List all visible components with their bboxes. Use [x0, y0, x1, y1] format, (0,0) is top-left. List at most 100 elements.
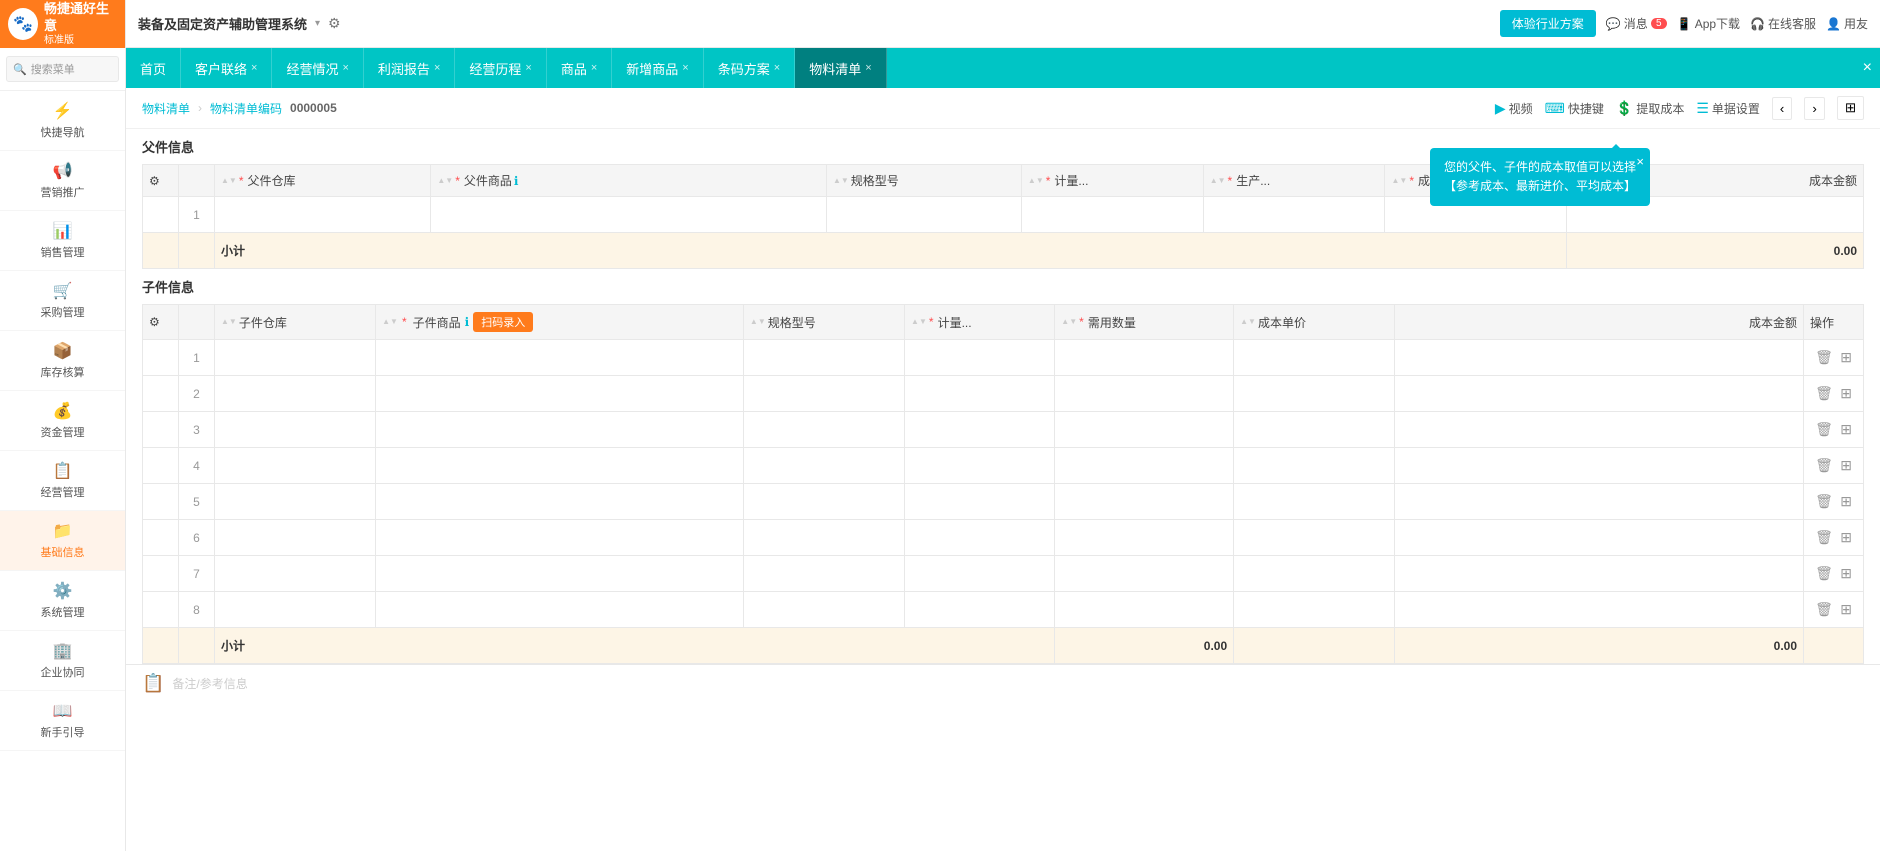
delete-row-button[interactable]: 🗑 [1813, 419, 1835, 440]
child-row-spec[interactable] [743, 592, 904, 628]
delete-row-button[interactable]: 🗑 [1813, 347, 1835, 368]
scan-button[interactable]: 扫码录入 [473, 312, 533, 332]
video-button[interactable]: ▶ 视频 [1495, 100, 1533, 117]
tab-product-close[interactable]: × [591, 62, 597, 74]
tab-customer[interactable]: 客户联络 × [181, 48, 272, 88]
child-spec-sort-icon[interactable]: ▲▼ [750, 318, 766, 326]
parent-row-product[interactable] [431, 197, 827, 233]
child-row-warehouse[interactable] [215, 340, 376, 376]
tab-home[interactable]: 首页 [126, 48, 181, 88]
child-row-unit[interactable] [905, 556, 1055, 592]
copy-row-button[interactable]: ⊞ [1838, 455, 1854, 476]
child-row-quantity[interactable] [1055, 376, 1234, 412]
child-row-spec[interactable] [743, 376, 904, 412]
user-button[interactable]: 👤 用友 [1826, 15, 1868, 32]
copy-row-button[interactable]: ⊞ [1838, 491, 1854, 512]
sidebar-item-purchase[interactable]: 🛒 采购管理 [0, 271, 125, 331]
tooltip-close-button[interactable]: × [1636, 152, 1644, 173]
child-row-unit[interactable] [905, 484, 1055, 520]
cost-sort-icon[interactable]: ▲▼ [1391, 177, 1407, 185]
parent-row-spec[interactable] [826, 197, 1021, 233]
delete-row-button[interactable]: 🗑 [1813, 455, 1835, 476]
child-row-product[interactable] [376, 556, 744, 592]
parent-row-unit[interactable] [1021, 197, 1203, 233]
tab-bom[interactable]: 物料清单 × [795, 48, 886, 88]
child-row-unit[interactable] [905, 376, 1055, 412]
child-row-quantity[interactable] [1055, 592, 1234, 628]
child-qty-sort-icon[interactable]: ▲▼ [1061, 318, 1077, 326]
tab-profit-close[interactable]: × [434, 62, 440, 74]
expand-btn[interactable]: ⊞ [1837, 96, 1864, 120]
sidebar-item-basic-info[interactable]: 📁 基础信息 [0, 511, 125, 571]
warehouse-sort-icon[interactable]: ▲▼ [221, 177, 237, 185]
sidebar-item-sys-manage[interactable]: ⚙️ 系统管理 [0, 571, 125, 631]
child-row-cost-unit[interactable] [1234, 484, 1395, 520]
shortcut-button[interactable]: ⌨ 快捷键 [1545, 100, 1604, 117]
child-unit-sort-icon[interactable]: ▲▼ [911, 318, 927, 326]
child-row-unit[interactable] [905, 448, 1055, 484]
delete-row-button[interactable]: 🗑 [1813, 563, 1835, 584]
prev-page-btn[interactable]: ‹ [1772, 97, 1792, 120]
sidebar-item-finance[interactable]: 💰 资金管理 [0, 391, 125, 451]
breadcrumb-parent[interactable]: 物料清单 [142, 100, 190, 117]
child-row-quantity[interactable] [1055, 484, 1234, 520]
child-product-sort-icon[interactable]: ▲▼ [382, 318, 398, 326]
child-row-warehouse[interactable] [215, 556, 376, 592]
child-row-cost-unit[interactable] [1234, 592, 1395, 628]
child-row-product[interactable] [376, 448, 744, 484]
child-row-warehouse[interactable] [215, 376, 376, 412]
child-row-quantity[interactable] [1055, 448, 1234, 484]
sidebar-item-inventory[interactable]: 📦 库存核算 [0, 331, 125, 391]
child-cost-unit-sort-icon[interactable]: ▲▼ [1240, 318, 1256, 326]
child-row-unit[interactable] [905, 592, 1055, 628]
child-row-unit[interactable] [905, 340, 1055, 376]
sidebar-item-sales[interactable]: 📊 销售管理 [0, 211, 125, 271]
settings-gear-icon[interactable]: ⚙ [328, 15, 341, 32]
copy-row-button[interactable]: ⊞ [1838, 563, 1854, 584]
child-row-product[interactable] [376, 520, 744, 556]
delete-row-button[interactable]: 🗑 [1813, 383, 1835, 404]
tab-profit[interactable]: 利润报告 × [364, 48, 455, 88]
tab-history[interactable]: 经营历程 × [455, 48, 546, 88]
child-row-product[interactable] [376, 376, 744, 412]
tab-customer-close[interactable]: × [251, 62, 257, 74]
parent-row-production[interactable] [1203, 197, 1385, 233]
copy-row-button[interactable]: ⊞ [1838, 527, 1854, 548]
extract-cost-button[interactable]: 💲 提取成本 [1616, 100, 1684, 117]
unit-sort-icon[interactable]: ▲▼ [1028, 177, 1044, 185]
tab-barcode-close[interactable]: × [774, 62, 780, 74]
child-row-product[interactable] [376, 592, 744, 628]
child-row-cost-unit[interactable] [1234, 448, 1395, 484]
product-sort-icon[interactable]: ▲▼ [437, 177, 453, 185]
copy-row-button[interactable]: ⊞ [1838, 419, 1854, 440]
child-row-cost-unit[interactable] [1234, 520, 1395, 556]
copy-row-button[interactable]: ⊞ [1838, 599, 1854, 620]
child-row-spec[interactable] [743, 412, 904, 448]
child-row-spec[interactable] [743, 340, 904, 376]
child-row-cost-unit[interactable] [1234, 376, 1395, 412]
sidebar-item-operations[interactable]: 📋 经营管理 [0, 451, 125, 511]
sidebar-item-enterprise[interactable]: 🏢 企业协同 [0, 631, 125, 691]
parent-row-warehouse[interactable] [215, 197, 431, 233]
delete-row-button[interactable]: 🗑 [1813, 527, 1835, 548]
message-button[interactable]: 💬 消息 5 [1606, 15, 1667, 32]
child-row-spec[interactable] [743, 448, 904, 484]
sidebar-item-marketing[interactable]: 📢 营销推广 [0, 151, 125, 211]
tab-product[interactable]: 商品 × [547, 48, 612, 88]
app-download-button[interactable]: 📱 App下载 [1677, 15, 1740, 32]
child-row-spec[interactable] [743, 556, 904, 592]
nav-close-all-icon[interactable]: × [1863, 59, 1872, 77]
delete-row-button[interactable]: 🗑 [1813, 599, 1835, 620]
delete-row-button[interactable]: 🗑 [1813, 491, 1835, 512]
tab-operations-close[interactable]: × [342, 62, 348, 74]
child-row-unit[interactable] [905, 520, 1055, 556]
child-row-warehouse[interactable] [215, 448, 376, 484]
child-row-quantity[interactable] [1055, 340, 1234, 376]
tab-history-close[interactable]: × [525, 62, 531, 74]
child-row-spec[interactable] [743, 520, 904, 556]
child-row-product[interactable] [376, 412, 744, 448]
prod-sort-icon[interactable]: ▲▼ [1210, 177, 1226, 185]
child-row-unit[interactable] [905, 412, 1055, 448]
child-row-product[interactable] [376, 484, 744, 520]
copy-row-button[interactable]: ⊞ [1838, 347, 1854, 368]
